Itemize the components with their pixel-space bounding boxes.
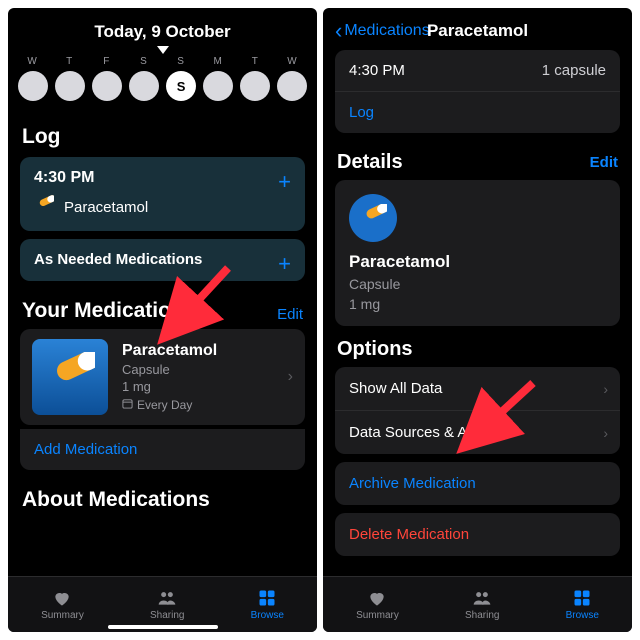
archive-medication-button[interactable]: Archive Medication: [335, 462, 620, 505]
weekday-label: W: [17, 56, 49, 67]
medication-frequency: Every Day: [137, 398, 192, 412]
day-dot[interactable]: [55, 71, 85, 101]
medication-type: Capsule: [122, 362, 293, 377]
current-day-indicator: [157, 46, 169, 54]
your-medications-title: Your Medications: [22, 299, 195, 323]
medication-name: Paracetamol: [122, 342, 293, 360]
detail-med-name: Paracetamol: [349, 252, 606, 272]
chevron-left-icon: ‹: [335, 18, 342, 44]
about-medications-title: About Medications: [8, 470, 317, 520]
home-indicator: [108, 625, 218, 629]
people-icon: [471, 588, 493, 608]
medication-row[interactable]: Paracetamol Capsule 1 mg Every Day ›: [20, 329, 305, 425]
log-section-title: Log: [8, 113, 317, 157]
weekday-label: W: [276, 56, 308, 67]
day-dot-current[interactable]: S: [166, 71, 196, 101]
back-button[interactable]: ‹ Medications: [335, 18, 430, 44]
add-log-icon[interactable]: +: [278, 171, 291, 193]
tab-bar: Summary Sharing Browse: [323, 576, 632, 632]
detail-med-type: Capsule: [349, 276, 606, 292]
tab-sharing[interactable]: Sharing: [465, 588, 499, 621]
tab-bar: Summary Sharing Browse: [8, 576, 317, 632]
weekday-label: M: [202, 56, 234, 67]
tab-summary[interactable]: Summary: [356, 588, 399, 621]
tab-summary[interactable]: Summary: [41, 588, 84, 621]
show-all-data-row[interactable]: Show All Data ›: [335, 367, 620, 410]
weekday-label: T: [239, 56, 271, 67]
weekday-row: W T F S S M T W: [8, 56, 317, 67]
log-time: 4:30 PM: [34, 169, 291, 187]
chevron-right-icon: ›: [603, 425, 608, 441]
edit-details-link[interactable]: Edit: [590, 154, 618, 171]
schedule-time: 4:30 PM: [349, 62, 405, 79]
right-screenshot: ‹ Medications Paracetamol 4:30 PM 1 caps…: [323, 8, 632, 632]
date-header: Today, 9 October: [8, 8, 317, 46]
people-icon: [156, 588, 178, 608]
left-screenshot: Today, 9 October W T F S S M T W S Log 4…: [8, 8, 317, 632]
calendar-icon: [122, 398, 133, 412]
as-needed-card[interactable]: As Needed Medications +: [20, 239, 305, 281]
day-dot[interactable]: [129, 71, 159, 101]
detail-card: Paracetamol Capsule 1 mg: [335, 180, 620, 326]
delete-medication-button[interactable]: Delete Medication: [335, 513, 620, 556]
weekday-label: S: [128, 56, 160, 67]
day-dot[interactable]: [92, 71, 122, 101]
options-list: Show All Data › Data Sources & Access ›: [335, 367, 620, 454]
medication-image: [32, 339, 108, 415]
tab-sharing[interactable]: Sharing: [150, 588, 184, 621]
day-dot[interactable]: [277, 71, 307, 101]
as-needed-label: As Needed Medications: [34, 251, 202, 268]
pill-icon: [349, 194, 397, 242]
day-dot[interactable]: [18, 71, 48, 101]
log-button[interactable]: Log: [335, 92, 620, 133]
heart-icon: [366, 588, 388, 608]
weekday-label: S: [165, 56, 197, 67]
grid-icon: [256, 588, 278, 608]
add-as-needed-icon[interactable]: +: [278, 253, 291, 275]
details-title: Details: [337, 151, 403, 174]
log-time-card[interactable]: 4:30 PM Paracetamol +: [20, 157, 305, 231]
options-title: Options: [337, 338, 413, 361]
add-medication-button[interactable]: Add Medication: [20, 429, 305, 470]
weekday-label: T: [54, 56, 86, 67]
tab-browse[interactable]: Browse: [251, 588, 284, 621]
weekday-label: F: [91, 56, 123, 67]
pill-icon: [34, 195, 54, 219]
chevron-right-icon: ›: [288, 368, 293, 386]
medication-dose: 1 mg: [122, 379, 293, 394]
edit-link[interactable]: Edit: [277, 306, 303, 323]
log-med-name: Paracetamol: [64, 199, 148, 216]
day-dot[interactable]: [203, 71, 233, 101]
schedule-amount: 1 capsule: [542, 62, 606, 79]
chevron-right-icon: ›: [603, 381, 608, 397]
schedule-row[interactable]: 4:30 PM 1 capsule: [335, 50, 620, 91]
tab-browse[interactable]: Browse: [566, 588, 599, 621]
detail-med-dose: 1 mg: [349, 296, 606, 312]
day-dot[interactable]: [240, 71, 270, 101]
grid-icon: [571, 588, 593, 608]
heart-icon: [51, 588, 73, 608]
day-selector[interactable]: S: [8, 67, 317, 113]
data-sources-row[interactable]: Data Sources & Access ›: [335, 410, 620, 454]
